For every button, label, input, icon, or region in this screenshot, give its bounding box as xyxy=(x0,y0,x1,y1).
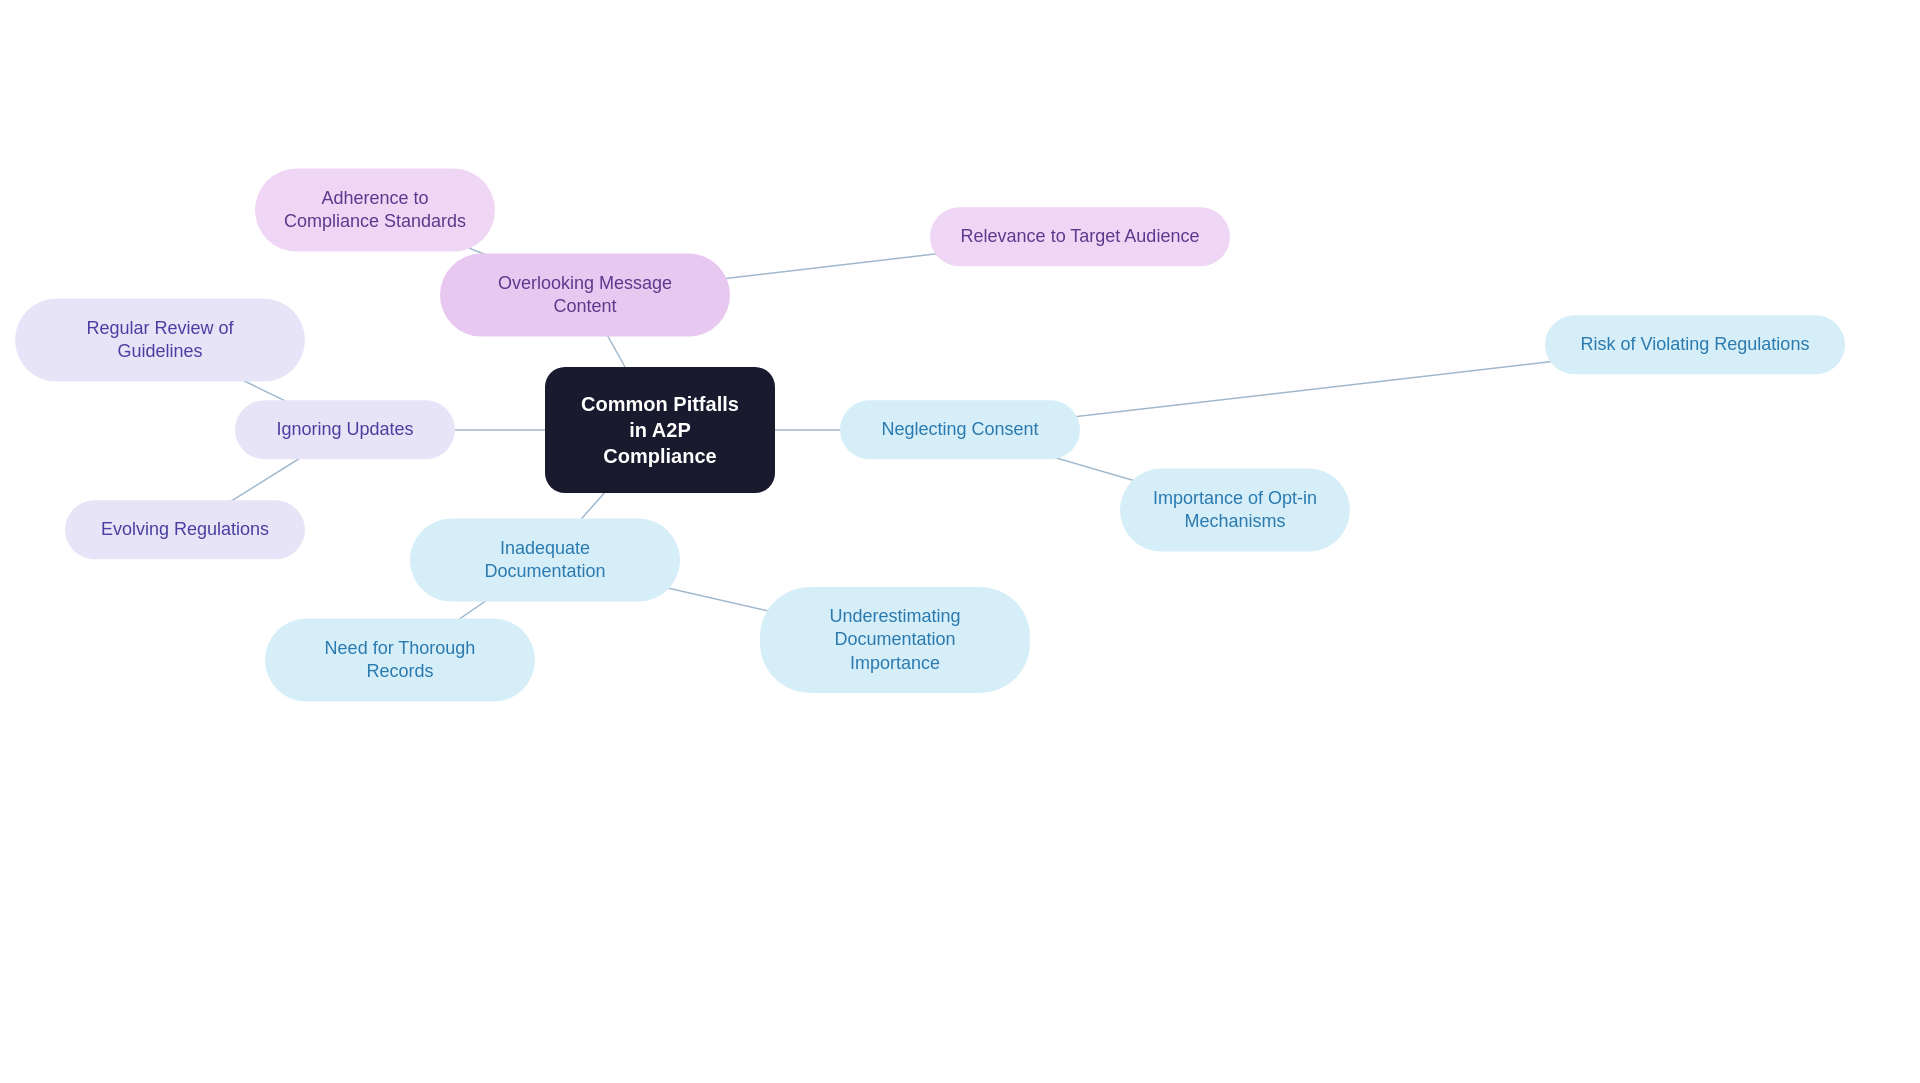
neglecting-consent-label: Neglecting Consent xyxy=(881,418,1038,441)
inadequate-doc-node[interactable]: Inadequate Documentation xyxy=(410,519,680,602)
mind-map-canvas: Common Pitfalls in A2P Compliance Adhere… xyxy=(0,0,1920,1083)
overlooking-node[interactable]: Overlooking Message Content xyxy=(440,254,730,337)
ignoring-updates-label: Ignoring Updates xyxy=(276,418,413,441)
ignoring-updates-node[interactable]: Ignoring Updates xyxy=(235,400,455,459)
adherence-label: Adherence to Compliance Standards xyxy=(283,187,467,234)
relevance-label: Relevance to Target Audience xyxy=(961,225,1200,248)
importance-optin-node[interactable]: Importance of Opt-in Mechanisms xyxy=(1120,469,1350,552)
center-node[interactable]: Common Pitfalls in A2P Compliance xyxy=(545,367,775,493)
center-label: Common Pitfalls in A2P Compliance xyxy=(581,391,739,469)
regular-review-label: Regular Review of Guidelines xyxy=(43,317,277,364)
relevance-node[interactable]: Relevance to Target Audience xyxy=(930,207,1230,266)
evolving-label: Evolving Regulations xyxy=(101,518,269,541)
need-thorough-node[interactable]: Need for Thorough Records xyxy=(265,619,535,702)
adherence-node[interactable]: Adherence to Compliance Standards xyxy=(255,169,495,252)
neglecting-consent-node[interactable]: Neglecting Consent xyxy=(840,400,1080,459)
evolving-regulations-node[interactable]: Evolving Regulations xyxy=(65,500,305,559)
risk-violating-node[interactable]: Risk of Violating Regulations xyxy=(1545,315,1845,374)
inadequate-doc-label: Inadequate Documentation xyxy=(438,537,652,584)
overlooking-label: Overlooking Message Content xyxy=(468,272,702,319)
underestimating-node[interactable]: Underestimating Documentation Importance xyxy=(760,587,1030,693)
risk-violating-label: Risk of Violating Regulations xyxy=(1581,333,1810,356)
importance-optin-label: Importance of Opt-in Mechanisms xyxy=(1148,487,1322,534)
need-thorough-label: Need for Thorough Records xyxy=(293,637,507,684)
underestimating-label: Underestimating Documentation Importance xyxy=(788,605,1002,675)
regular-review-node[interactable]: Regular Review of Guidelines xyxy=(15,299,305,382)
